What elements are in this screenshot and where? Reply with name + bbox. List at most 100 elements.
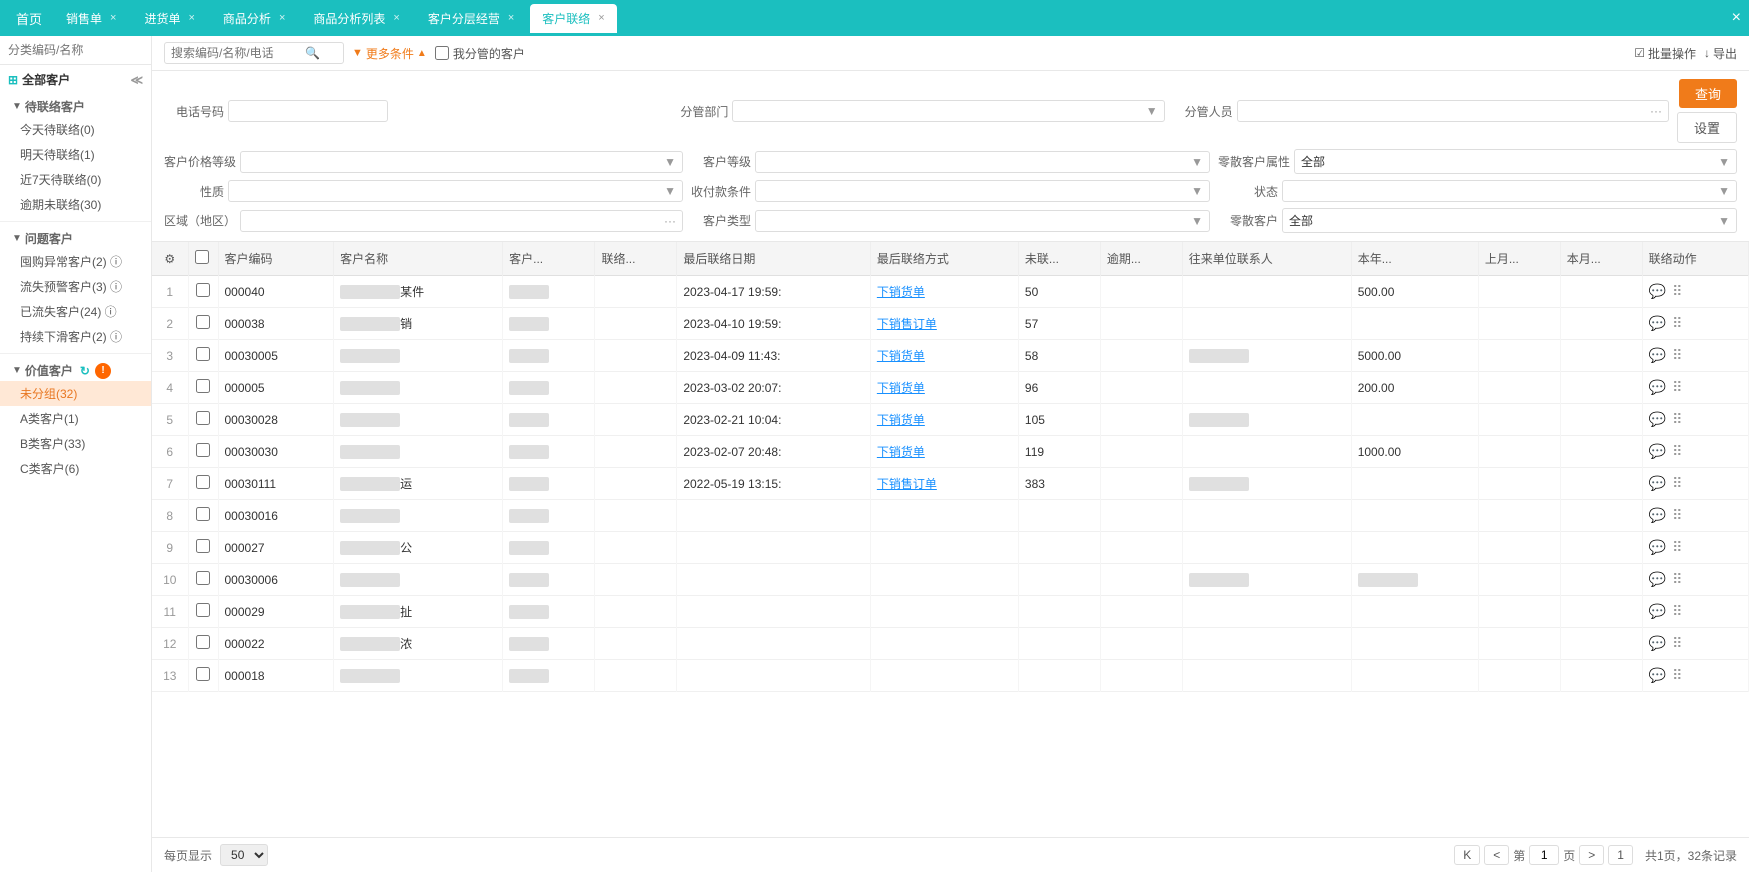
bulk-ops-button[interactable]: ☑ 批量操作 (1634, 45, 1696, 62)
chat-icon[interactable]: 💬 (1649, 635, 1666, 652)
row-checkbox[interactable] (196, 603, 210, 617)
more-icon[interactable]: ⠿ (1672, 635, 1682, 652)
select-all-checkbox[interactable] (195, 250, 209, 264)
sidebar-collapse-icon[interactable]: ≪ (130, 73, 143, 87)
row-last-method[interactable]: 下销货单 (870, 340, 1018, 372)
next-page-btn[interactable]: > (1579, 845, 1604, 865)
more-icon[interactable]: ⠿ (1672, 411, 1682, 428)
row-last-method[interactable]: 下销货单 (870, 404, 1018, 436)
row-last-method[interactable] (870, 596, 1018, 628)
my-customers-check[interactable]: 我分管的客户 (435, 45, 525, 62)
row-last-method[interactable]: 下销售订单 (870, 308, 1018, 340)
more-icon[interactable]: ⠿ (1672, 603, 1682, 620)
chat-icon[interactable]: 💬 (1649, 539, 1666, 556)
row-last-method[interactable]: 下销货单 (870, 372, 1018, 404)
window-close-icon[interactable]: × (1732, 9, 1741, 27)
last-page-btn[interactable]: 1 (1608, 845, 1633, 865)
row-action[interactable]: 💬 ⠿ (1642, 436, 1748, 468)
close-analysis-list-icon[interactable]: × (393, 12, 399, 24)
row-action[interactable]: 💬 ⠿ (1642, 372, 1748, 404)
sidebar-item-class-c[interactable]: C类客户(6) (0, 456, 151, 481)
close-customer-tier-icon[interactable]: × (508, 12, 514, 24)
nav-tab-sales[interactable]: 销售单 × (54, 4, 128, 33)
row-checkbox-cell[interactable] (188, 340, 218, 372)
method-link[interactable]: 下销货单 (877, 285, 925, 299)
sidebar-item-tomorrow[interactable]: 明天待联络(1) (0, 142, 151, 167)
row-action[interactable]: 💬 ⠿ (1642, 468, 1748, 500)
more-icon[interactable]: ⠿ (1672, 667, 1682, 684)
row-checkbox[interactable] (196, 411, 210, 425)
row-checkbox-cell[interactable] (188, 404, 218, 436)
row-checkbox[interactable] (196, 379, 210, 393)
nav-home[interactable]: 首页 (8, 9, 50, 28)
pay-terms-select[interactable]: ▼ (755, 180, 1210, 202)
row-action[interactable]: 💬 ⠿ (1642, 564, 1748, 596)
row-checkbox-cell[interactable] (188, 276, 218, 308)
more-icon[interactable]: ⠿ (1672, 507, 1682, 524)
row-checkbox-cell[interactable] (188, 308, 218, 340)
row-last-method[interactable] (870, 628, 1018, 660)
row-checkbox[interactable] (196, 283, 210, 297)
method-link[interactable]: 下销货单 (877, 349, 925, 363)
region-select[interactable]: ··· (240, 210, 683, 232)
row-action[interactable]: 💬 ⠿ (1642, 276, 1748, 308)
sidebar-item-declining[interactable]: 持续下滑客户(2) ⓘ (0, 324, 151, 349)
dept-select[interactable]: ▼ (732, 100, 1164, 122)
chat-icon[interactable]: 💬 (1649, 347, 1666, 364)
sidebar-item-unclassified[interactable]: 未分组(32) (0, 381, 151, 406)
retail-attr-select[interactable]: 全部 ▼ (1294, 149, 1737, 174)
nav-tab-analysis-list[interactable]: 商品分析列表 × (301, 4, 411, 33)
row-checkbox-cell[interactable] (188, 468, 218, 500)
sidebar-search-input[interactable] (8, 43, 152, 57)
row-checkbox[interactable] (196, 539, 210, 553)
per-page-select[interactable]: 50 (220, 844, 268, 866)
sidebar-item-churned[interactable]: 已流失客户(24) ⓘ (0, 299, 151, 324)
row-action[interactable]: 💬 ⠿ (1642, 660, 1748, 692)
page-number-input[interactable] (1529, 845, 1559, 865)
row-checkbox[interactable] (196, 475, 210, 489)
row-checkbox-cell[interactable] (188, 564, 218, 596)
nav-tab-customer-tier[interactable]: 客户分层经营 × (416, 4, 526, 33)
row-checkbox-cell[interactable] (188, 372, 218, 404)
more-icon[interactable]: ⠿ (1672, 571, 1682, 588)
status-select[interactable]: ▼ (1282, 180, 1737, 202)
phone-input[interactable] (228, 100, 388, 122)
nav-tab-analysis[interactable]: 商品分析 × (211, 4, 297, 33)
row-checkbox[interactable] (196, 443, 210, 457)
more-icon[interactable]: ⠿ (1672, 347, 1682, 364)
filter-search-input[interactable] (171, 46, 301, 60)
row-action[interactable]: 💬 ⠿ (1642, 532, 1748, 564)
row-action[interactable]: 💬 ⠿ (1642, 308, 1748, 340)
chat-icon[interactable]: 💬 (1649, 283, 1666, 300)
chat-icon[interactable]: 💬 (1649, 667, 1666, 684)
row-checkbox-cell[interactable] (188, 596, 218, 628)
more-icon[interactable]: ⠿ (1672, 379, 1682, 396)
more-icon[interactable]: ⠿ (1672, 315, 1682, 332)
more-icon[interactable]: ⠿ (1672, 475, 1682, 492)
chat-icon[interactable]: 💬 (1649, 603, 1666, 620)
sidebar-item-7days[interactable]: 近7天待联络(0) (0, 167, 151, 192)
cust-type-select[interactable]: ▼ (755, 210, 1210, 232)
row-checkbox[interactable] (196, 667, 210, 681)
refresh-icon[interactable]: ↻ (80, 364, 90, 378)
first-page-btn[interactable]: K (1454, 845, 1480, 865)
person-select[interactable]: ··· (1237, 100, 1669, 122)
row-last-method[interactable] (870, 532, 1018, 564)
row-last-method[interactable]: 下销售订单 (870, 468, 1018, 500)
method-link[interactable]: 下销售订单 (877, 317, 937, 331)
sidebar-item-class-b[interactable]: B类客户(33) (0, 431, 151, 456)
prev-page-btn[interactable]: < (1484, 845, 1509, 865)
sidebar-item-overdue[interactable]: 逾期未联络(30) (0, 192, 151, 217)
method-link[interactable]: 下销售订单 (877, 477, 937, 491)
chat-icon[interactable]: 💬 (1649, 379, 1666, 396)
chat-icon[interactable]: 💬 (1649, 571, 1666, 588)
close-analysis-icon[interactable]: × (279, 12, 285, 24)
cust-level-select[interactable]: ▼ (755, 151, 1210, 173)
retail-select[interactable]: 全部 ▼ (1282, 208, 1737, 233)
row-last-method[interactable] (870, 564, 1018, 596)
more-icon[interactable]: ⠿ (1672, 283, 1682, 300)
sidebar-item-class-a[interactable]: A类客户(1) (0, 406, 151, 431)
method-link[interactable]: 下销货单 (877, 413, 925, 427)
row-checkbox-cell[interactable] (188, 660, 218, 692)
query-button[interactable]: 查询 (1679, 79, 1737, 108)
